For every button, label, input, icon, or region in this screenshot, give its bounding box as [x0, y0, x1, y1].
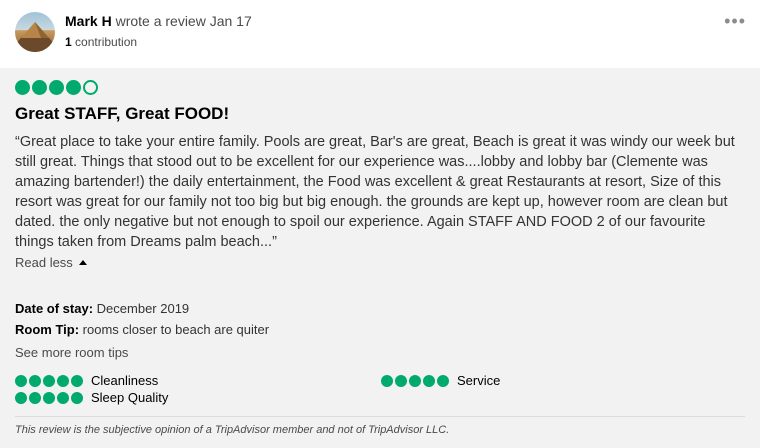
rating-bubble-filled — [29, 375, 41, 387]
read-less-label: Read less — [15, 255, 73, 270]
sub-rating-label: Sleep Quality — [91, 390, 169, 405]
rating-bubble-empty — [83, 80, 98, 95]
rating-bubble-filled — [57, 375, 69, 387]
rating-bubble-filled — [29, 392, 41, 404]
review-disclaimer: This review is the subjective opinion of… — [15, 424, 450, 436]
contribution-count: 1 contribution — [65, 35, 137, 49]
review-action-date: wrote a review Jan 17 — [115, 13, 252, 29]
rating-bubble-filled — [423, 375, 435, 387]
sub-rating-label: Cleanliness — [91, 373, 159, 388]
sub-rating-bubbles — [15, 392, 83, 404]
author-line: Mark H wrote a review Jan 17 — [65, 13, 252, 29]
read-less-link[interactable]: Read less — [15, 255, 87, 270]
rating-bubble-filled — [15, 80, 30, 95]
rating-bubble-filled — [15, 375, 27, 387]
sub-rating-bubbles — [381, 375, 449, 387]
sub-rating-bubbles — [15, 375, 83, 387]
rating-bubble-filled — [71, 392, 83, 404]
rating-bubble-filled — [437, 375, 449, 387]
sub-rating-cleanliness: Cleanliness — [15, 373, 158, 388]
avatar-image — [15, 22, 55, 52]
avatar[interactable] — [15, 12, 55, 52]
see-more-room-tips-link[interactable]: See more room tips — [15, 345, 128, 360]
rating-bubble-filled — [381, 375, 393, 387]
review-card: Mark H wrote a review Jan 17 1 contribut… — [0, 0, 760, 448]
rating-bubble-filled — [71, 375, 83, 387]
rating-bubble-filled — [49, 80, 64, 95]
date-of-stay-label: Date of stay: — [15, 301, 94, 316]
rating-bubble-filled — [15, 392, 27, 404]
contribution-label: contribution — [75, 35, 138, 49]
date-of-stay-value: December 2019 — [96, 301, 190, 316]
rating-bubble-filled — [43, 375, 55, 387]
sub-rating-service: Service — [381, 373, 500, 388]
date-of-stay: Date of stay: December 2019 — [15, 301, 189, 316]
review-rating-bubbles — [15, 80, 98, 95]
review-body: “Great place to take your entire family.… — [15, 134, 735, 250]
author-name[interactable]: Mark H — [65, 13, 112, 29]
contribution-number: 1 — [65, 35, 72, 49]
ellipsis-icon[interactable]: ••• — [724, 12, 746, 30]
divider — [15, 416, 745, 417]
room-tip-label: Room Tip: — [15, 322, 80, 337]
room-tip: Room Tip: rooms closer to beach are quit… — [15, 322, 269, 337]
rating-bubble-filled — [66, 80, 81, 95]
sub-rating-sleep-quality: Sleep Quality — [15, 390, 168, 405]
rating-bubble-filled — [409, 375, 421, 387]
rating-bubble-filled — [32, 80, 47, 95]
rating-bubble-filled — [57, 392, 69, 404]
room-tip-value: rooms closer to beach are quiter — [82, 322, 270, 337]
caret-up-icon — [78, 260, 87, 265]
sub-rating-label: Service — [457, 373, 501, 388]
rating-bubble-filled — [395, 375, 407, 387]
review-title[interactable]: Great STAFF, Great FOOD! — [15, 104, 229, 124]
rating-bubble-filled — [43, 392, 55, 404]
review-header: Mark H wrote a review Jan 17 1 contribut… — [0, 0, 760, 68]
